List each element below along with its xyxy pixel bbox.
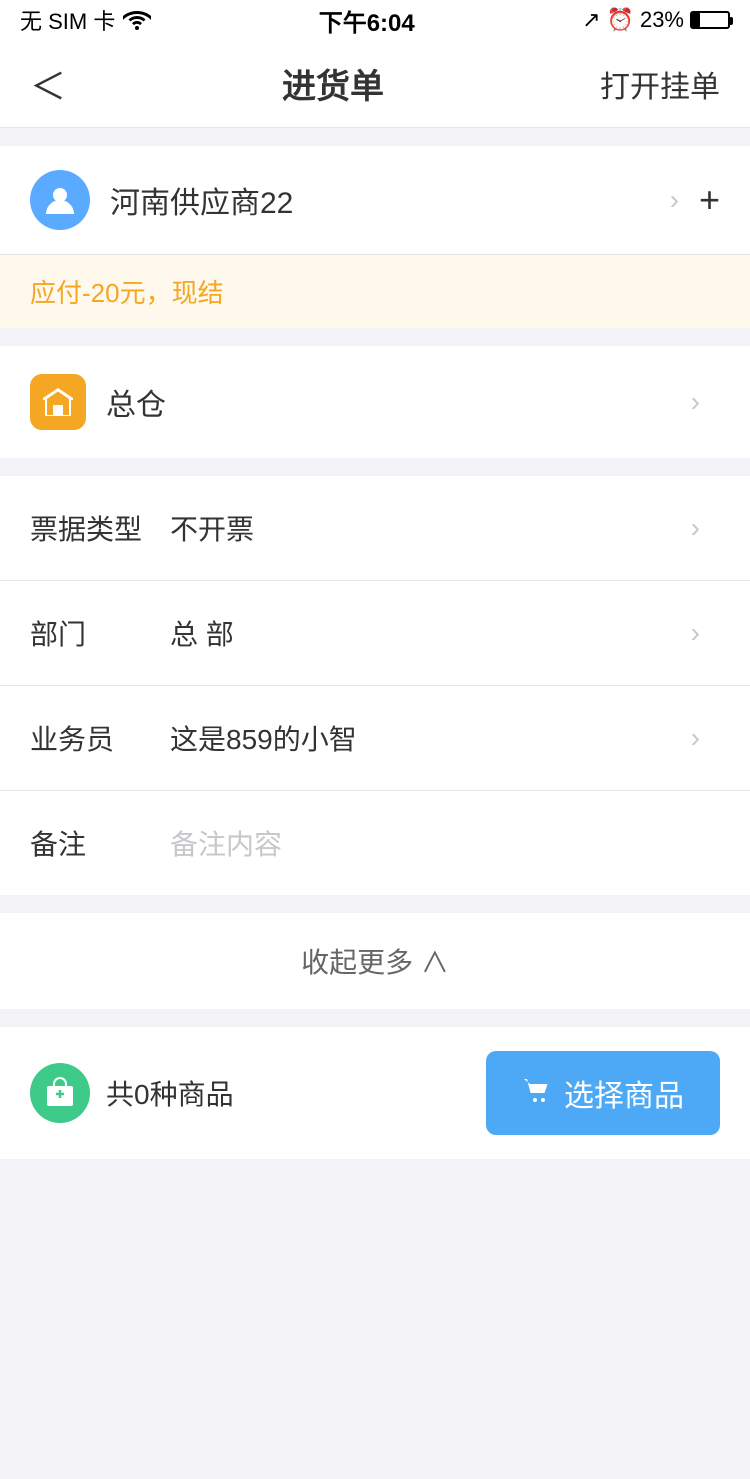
status-right: ↗ ⏰ 23% xyxy=(582,7,730,33)
supplier-name: 河南供应商22 xyxy=(110,178,670,222)
product-icon-bg xyxy=(30,1063,90,1123)
open-hold-button[interactable]: 打开挂单 xyxy=(600,62,720,106)
bottom-section: 共0种商品 选择商品 xyxy=(0,1027,750,1159)
warehouse-name: 总仓 xyxy=(106,380,691,424)
warehouse-icon-bg xyxy=(30,374,86,430)
add-supplier-button[interactable]: + xyxy=(699,179,720,221)
department-chevron-icon: › xyxy=(691,617,700,649)
invoice-chevron-icon: › xyxy=(691,512,700,544)
remark-label: 备注 xyxy=(30,823,150,863)
carrier-label: 无 SIM 卡 xyxy=(20,4,115,36)
warehouse-section: 总仓 › xyxy=(0,346,750,458)
form-section: 票据类型 不开票 › 部门 总 部 › 业务员 这是859的小智 › 备注 备注… xyxy=(0,476,750,895)
warehouse-icon xyxy=(41,385,75,419)
select-product-label: 选择商品 xyxy=(564,1071,684,1115)
remark-row[interactable]: 备注 备注内容 xyxy=(0,791,750,895)
warehouse-chevron-icon: › xyxy=(691,386,700,418)
salesperson-value: 这是859的小智 xyxy=(150,718,691,758)
invoice-type-label: 票据类型 xyxy=(30,508,150,548)
department-value: 总 部 xyxy=(150,613,691,653)
page-title: 进货单 xyxy=(282,59,384,108)
status-time: 下午6:04 xyxy=(319,3,415,38)
nav-bar: ＜ 进货单 打开挂单 xyxy=(0,40,750,128)
cart-icon xyxy=(522,1077,552,1110)
remark-input[interactable]: 备注内容 xyxy=(150,823,720,863)
supplier-notice: 应付-20元，现结 xyxy=(0,255,750,328)
battery-text: 23% xyxy=(640,7,684,33)
collapse-label: 收起更多 ∧ xyxy=(301,941,449,981)
alarm-icon: ⏰ xyxy=(607,7,634,33)
cart-svg xyxy=(522,1077,552,1103)
content: 河南供应商22 › + 应付-20元，现结 总仓 › 票据类型 不开票 › xyxy=(0,146,750,1479)
department-label: 部门 xyxy=(30,613,150,653)
invoice-type-row[interactable]: 票据类型 不开票 › xyxy=(0,476,750,581)
collapse-row[interactable]: 收起更多 ∧ xyxy=(0,913,750,1009)
notice-text: 应付-20元，现结 xyxy=(30,278,224,308)
product-count-area: 共0种商品 xyxy=(30,1063,234,1123)
salesperson-row[interactable]: 业务员 这是859的小智 › xyxy=(0,686,750,791)
person-icon xyxy=(42,182,78,218)
supplier-chevron-icon: › xyxy=(670,184,679,216)
product-icon xyxy=(43,1076,77,1110)
status-left: 无 SIM 卡 xyxy=(20,4,151,36)
salesperson-label: 业务员 xyxy=(30,718,150,758)
product-count-text: 共0种商品 xyxy=(106,1073,234,1113)
invoice-type-value: 不开票 xyxy=(150,508,691,548)
battery-icon xyxy=(690,11,730,29)
wifi-icon xyxy=(123,10,151,30)
select-product-button[interactable]: 选择商品 xyxy=(486,1051,720,1135)
back-button[interactable]: ＜ xyxy=(30,58,66,110)
salesperson-chevron-icon: › xyxy=(691,722,700,754)
supplier-row[interactable]: 河南供应商22 › + xyxy=(0,146,750,255)
supplier-section: 河南供应商22 › + 应付-20元，现结 xyxy=(0,146,750,328)
supplier-avatar xyxy=(30,170,90,230)
status-bar: 无 SIM 卡 下午6:04 ↗ ⏰ 23% xyxy=(0,0,750,40)
department-row[interactable]: 部门 总 部 › xyxy=(0,581,750,686)
remaining-space xyxy=(0,1159,750,1479)
location-icon: ↗ xyxy=(582,7,600,33)
warehouse-row[interactable]: 总仓 › xyxy=(0,346,750,458)
